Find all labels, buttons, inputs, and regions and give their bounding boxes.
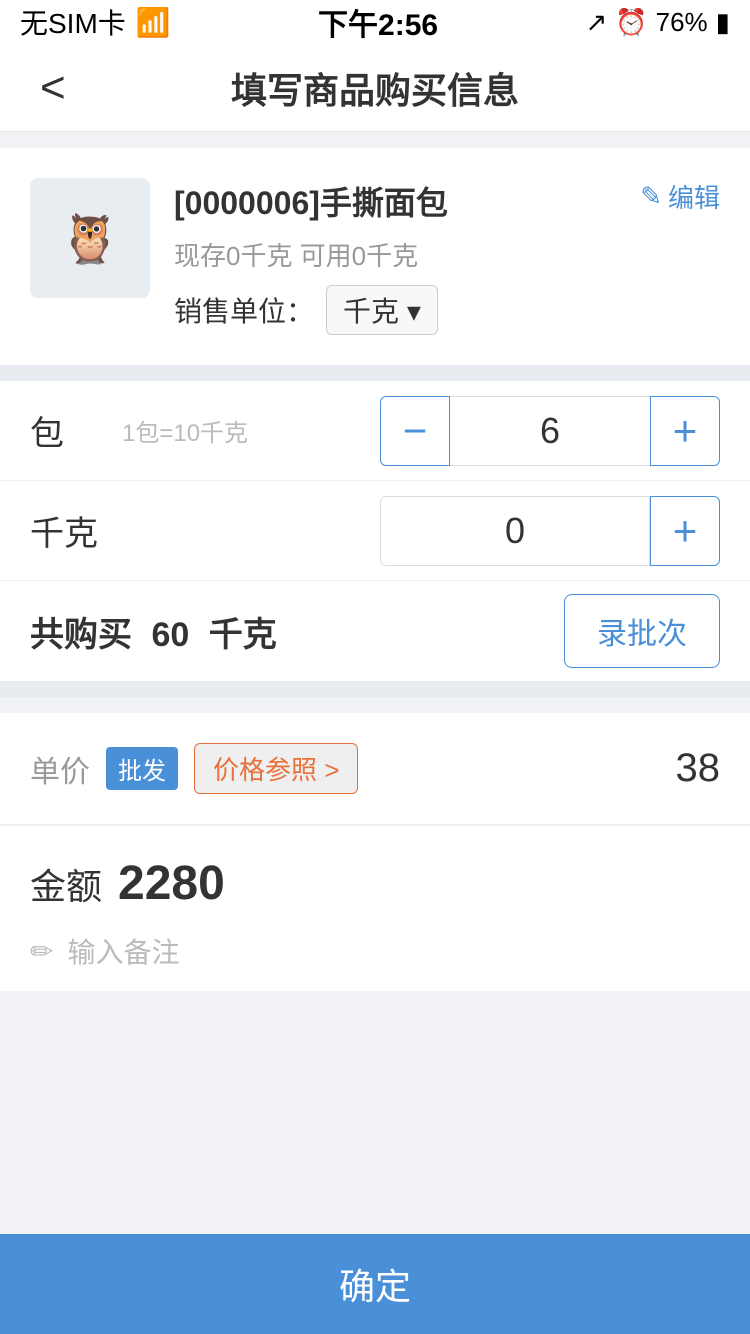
- alarm-icon: ⏰: [615, 7, 647, 38]
- unit-value: 千克: [343, 296, 399, 327]
- price-type-badge: 批发: [106, 747, 178, 790]
- total-row: 共购买 60 千克 录批次: [0, 581, 750, 681]
- status-time: 下午2:56: [318, 0, 438, 44]
- total-label: 共购买 60 千克: [30, 607, 564, 656]
- kg-input-row: 千克 +: [0, 481, 750, 581]
- nav-bar: < 填写商品购买信息: [0, 44, 750, 132]
- location-icon: ↗: [585, 7, 607, 38]
- bag-plus-button[interactable]: +: [650, 396, 720, 466]
- wifi-icon: 📶: [136, 6, 171, 39]
- back-button[interactable]: <: [30, 53, 76, 123]
- edit-button[interactable]: ✎ 编辑: [640, 178, 720, 215]
- status-right: ↗ ⏰ 76% ▮: [585, 7, 730, 38]
- product-card: 🦉 [0000006]手撕面包 ✎ 编辑 现存0千克 可用0千克 销售单位： 千…: [0, 148, 750, 365]
- price-section: 单价 批发 价格参照 > 38: [0, 713, 750, 824]
- unit-selector[interactable]: 千克 ▾: [326, 285, 438, 335]
- unit-label: 销售单位：: [174, 290, 314, 330]
- kg-label: 千克: [30, 506, 110, 555]
- bag-hint: 1包=10千克: [122, 413, 380, 448]
- kg-plus-button[interactable]: +: [650, 496, 720, 566]
- product-info: [0000006]手撕面包 ✎ 编辑 现存0千克 可用0千克 销售单位： 千克 …: [174, 178, 720, 335]
- price-reference-button[interactable]: 价格参照 >: [194, 743, 358, 794]
- battery-icon: ▮: [716, 7, 730, 38]
- status-left: 无SIM卡 📶: [20, 2, 171, 42]
- separator-1: [0, 365, 750, 381]
- product-stock: 现存0千克 可用0千克: [174, 236, 720, 273]
- bag-input-row: 包 1包=10千克 − +: [0, 381, 750, 481]
- edit-label: 编辑: [668, 178, 720, 215]
- amount-section: 金额 2280 ✏ 输入备注: [0, 826, 750, 991]
- product-name: [0000006]手撕面包: [174, 178, 448, 224]
- kg-qty-control: +: [380, 496, 720, 566]
- total-unit: 千克: [209, 616, 277, 654]
- bag-label: 包: [30, 406, 110, 455]
- pencil-icon: ✏: [30, 935, 53, 968]
- confirm-button[interactable]: 确定: [0, 1234, 750, 1334]
- record-batch-button[interactable]: 录批次: [564, 594, 720, 668]
- total-prefix: 共购买: [30, 616, 132, 654]
- product-logo-icon: 🦉: [60, 210, 120, 267]
- remark-row[interactable]: ✏ 输入备注: [30, 931, 720, 971]
- price-value: 38: [676, 746, 721, 791]
- amount-row: 金额 2280: [30, 856, 720, 911]
- product-unit-row: 销售单位： 千克 ▾: [174, 285, 720, 335]
- input-section: 包 1包=10千克 − + 千克 +: [0, 381, 750, 581]
- product-thumbnail: 🦉: [30, 178, 150, 298]
- remark-label: 输入备注: [67, 931, 179, 971]
- total-quantity: 60: [151, 616, 189, 654]
- carrier-label: 无SIM卡: [20, 2, 126, 42]
- dropdown-icon: ▾: [407, 296, 421, 327]
- separator-2: [0, 681, 750, 697]
- amount-value: 2280: [118, 856, 225, 911]
- kg-qty-input[interactable]: [380, 496, 650, 566]
- amount-label: 金额: [30, 858, 102, 910]
- price-label: 单价: [30, 747, 90, 791]
- bag-qty-input[interactable]: [450, 396, 650, 466]
- edit-icon: ✎: [640, 181, 662, 212]
- battery-label: 76%: [656, 7, 708, 38]
- page-title: 填写商品购买信息: [231, 62, 519, 114]
- status-bar: 无SIM卡 📶 下午2:56 ↗ ⏰ 76% ▮: [0, 0, 750, 44]
- bag-minus-button[interactable]: −: [380, 396, 450, 466]
- bag-qty-control: − +: [380, 396, 720, 466]
